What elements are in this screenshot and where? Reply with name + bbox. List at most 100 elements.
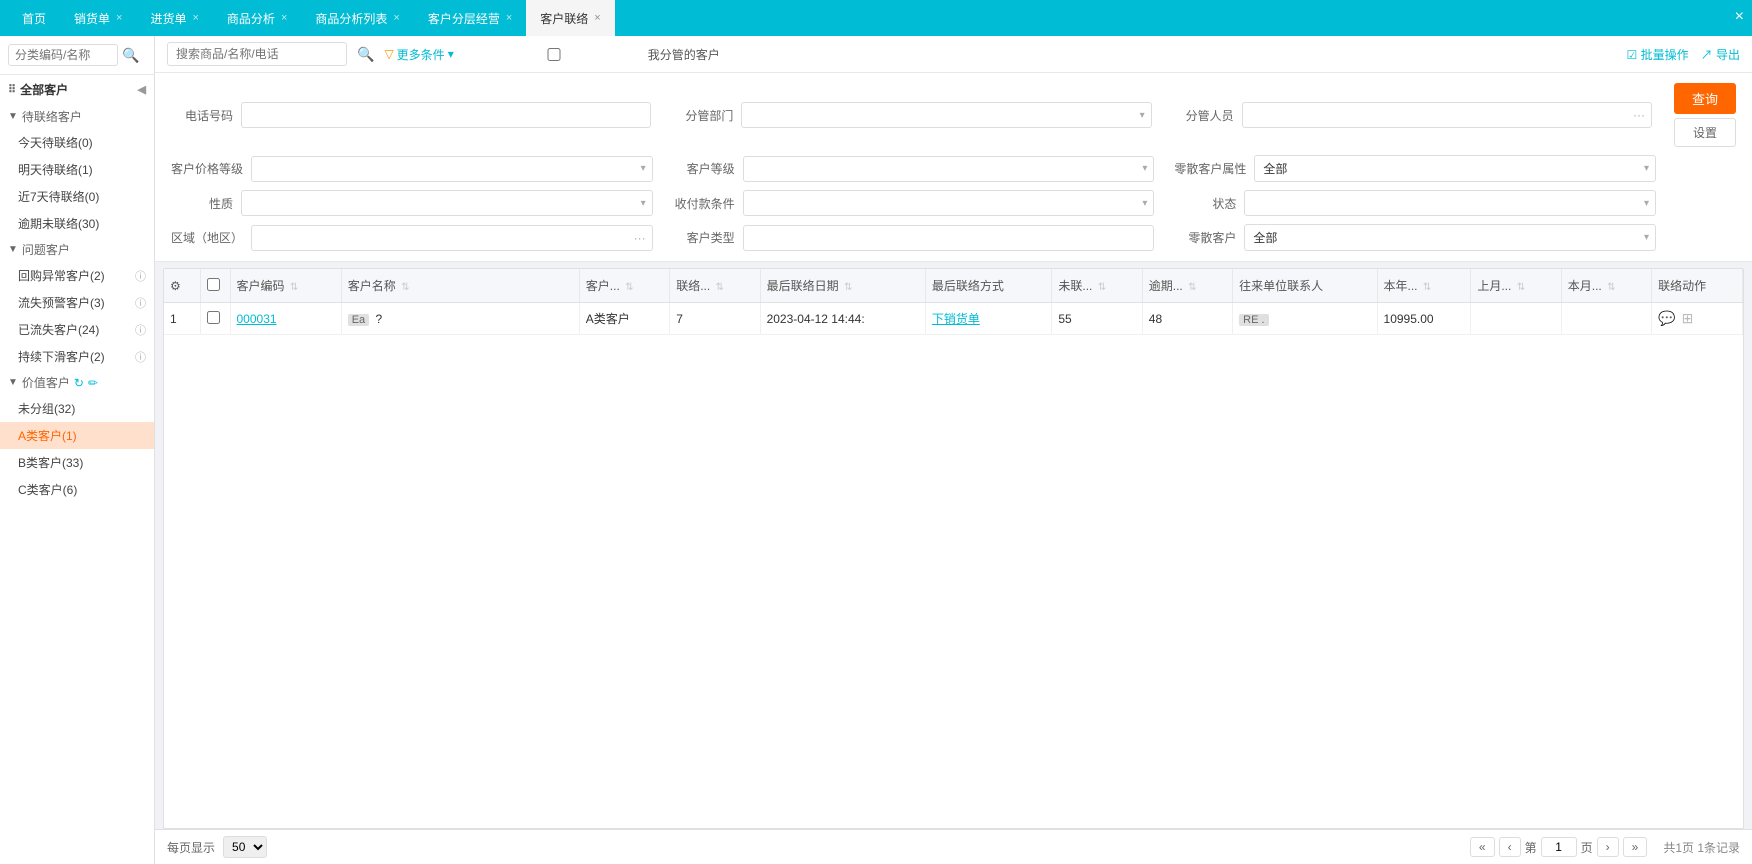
nav-product-list[interactable]: 商品分析列表 × [301, 0, 413, 36]
settings-button[interactable]: 设置 [1674, 118, 1736, 147]
collapse-icon[interactable]: ◀ [138, 83, 146, 96]
info-icon-1[interactable]: ⓘ [135, 268, 146, 284]
customer-level-dropdown[interactable] [743, 156, 1155, 182]
nav-customer-tier[interactable]: 客户分层经营 × [414, 0, 526, 36]
sort-lmonth-icon[interactable]: ⇅ [1517, 282, 1525, 293]
scatter-prop-dropdown[interactable]: 全部 [1254, 155, 1656, 182]
page-size-select[interactable]: 50 [223, 836, 267, 858]
qr-icon[interactable]: ⊞ [1682, 310, 1694, 327]
my-customers-checkbox[interactable] [464, 48, 644, 61]
col-this-month[interactable]: 本月... ⇅ [1561, 269, 1651, 303]
all-customers-header[interactable]: ⠿ 全部客户 ◀ [0, 75, 154, 104]
nature-dropdown[interactable] [241, 190, 653, 216]
export-btn[interactable]: ↗ 导出 [1701, 46, 1740, 63]
last-page-btn[interactable]: » [1623, 837, 1648, 857]
col-this-year[interactable]: 本年... ⇅ [1377, 269, 1471, 303]
sort-overdue-icon[interactable]: ⇅ [1188, 282, 1196, 293]
problem-customers-group[interactable]: ▼ 问题客户 [0, 237, 154, 262]
close-customer-tier-icon[interactable]: × [506, 12, 512, 24]
edit-icon[interactable]: ✏ [88, 376, 98, 390]
region-input[interactable] [251, 225, 653, 251]
nav-customer-contact[interactable]: 客户联络 × [526, 0, 614, 36]
payment-dropdown[interactable] [743, 190, 1155, 216]
row-select-checkbox[interactable] [207, 311, 220, 324]
col-uncontacted[interactable]: 未联... ⇅ [1052, 269, 1142, 303]
status-dropdown[interactable] [1244, 190, 1656, 216]
col-contact2[interactable]: 往来单位联系人 [1233, 269, 1377, 303]
sidebar-search-area: 🔍 [0, 36, 154, 75]
sidebar-item-tomorrow[interactable]: 明天待联络(1) [0, 156, 154, 183]
close-product-icon[interactable]: × [281, 12, 287, 24]
sidebar-item-class-b[interactable]: B类客户(33) [0, 449, 154, 476]
sort-name-icon[interactable]: ⇅ [401, 282, 409, 293]
col-level[interactable]: 客户... ⇅ [579, 269, 669, 303]
prev-page-btn[interactable]: ‹ [1499, 837, 1521, 857]
first-page-btn[interactable]: « [1470, 837, 1495, 857]
select-all-checkbox[interactable] [207, 278, 220, 291]
close-sales-icon[interactable]: × [116, 12, 122, 24]
close-purchase-icon[interactable]: × [192, 12, 198, 24]
sidebar-search-icon[interactable]: 🔍 [122, 47, 139, 64]
sidebar-item-unclassified[interactable]: 未分组(32) [0, 395, 154, 422]
info-icon-4[interactable]: ⓘ [135, 349, 146, 365]
sidebar-item-abnormal[interactable]: 回购异常客户(2) ⓘ [0, 262, 154, 289]
row-last-method[interactable]: 下销货单 [925, 303, 1052, 335]
sort-uncontacted-icon[interactable]: ⇅ [1098, 282, 1106, 293]
nav-sales[interactable]: 销货单 × [60, 0, 136, 36]
sort-level-icon[interactable]: ⇅ [625, 282, 633, 293]
col-last-method[interactable]: 最后联络方式 [925, 269, 1052, 303]
sidebar-search-input[interactable] [8, 44, 118, 66]
search-input[interactable] [167, 42, 347, 66]
sort-contact-icon[interactable]: ⇅ [716, 282, 724, 293]
sidebar-item-7days[interactable]: 近7天待联络(0) [0, 183, 154, 210]
sidebar-item-overdue[interactable]: 逾期未联络(30) [0, 210, 154, 237]
sidebar-item-loss-warning[interactable]: 流失预警客户(3) ⓘ [0, 289, 154, 316]
row-checkbox[interactable] [200, 303, 230, 335]
sidebar-item-lost[interactable]: 已流失客户(24) ⓘ [0, 316, 154, 343]
sort-code-icon[interactable]: ⇅ [290, 282, 298, 293]
col-overdue[interactable]: 逾期... ⇅ [1142, 269, 1232, 303]
sort-date-icon[interactable]: ⇅ [844, 282, 852, 293]
table-scroll[interactable]: ⚙ 客户编码 ⇅ 客户名称 ⇅ [164, 269, 1743, 828]
refresh-icon[interactable]: ↻ [74, 376, 84, 390]
col-name[interactable]: 客户名称 ⇅ [341, 269, 579, 303]
filter-region: 区域（地区） [171, 225, 653, 251]
col-settings[interactable]: ⚙ [164, 269, 200, 303]
info-icon-2[interactable]: ⓘ [135, 295, 146, 311]
chat-icon[interactable]: 💬 [1658, 310, 1675, 327]
pending-contact-group[interactable]: ▼ 待联络客户 [0, 104, 154, 129]
close-all-icon[interactable]: × [1735, 8, 1744, 26]
col-contact[interactable]: 联络... ⇅ [670, 269, 760, 303]
sidebar-item-today[interactable]: 今天待联络(0) [0, 129, 154, 156]
phone-input[interactable] [241, 102, 651, 128]
query-button[interactable]: 查询 [1674, 83, 1736, 114]
my-customers-checkbox-label[interactable]: 我分管的客户 [464, 46, 720, 63]
customer-type-input[interactable] [743, 225, 1155, 251]
col-code[interactable]: 客户编码 ⇅ [230, 269, 341, 303]
manager-input[interactable] [1242, 102, 1652, 128]
sidebar-item-declining[interactable]: 持续下滑客户(2) ⓘ [0, 343, 154, 370]
sidebar-item-class-c[interactable]: C类客户(6) [0, 476, 154, 503]
next-page-btn[interactable]: › [1597, 837, 1619, 857]
col-last-month[interactable]: 上月... ⇅ [1471, 269, 1561, 303]
price-level-dropdown[interactable] [251, 156, 653, 182]
dept-dropdown[interactable] [741, 102, 1151, 128]
col-checkbox[interactable] [200, 269, 230, 303]
col-last-date[interactable]: 最后联络日期 ⇅ [760, 269, 925, 303]
sort-tmonth-icon[interactable]: ⇅ [1607, 282, 1615, 293]
row-code[interactable]: 000031 [230, 303, 341, 335]
sidebar-item-class-a[interactable]: A类客户(1) [0, 422, 154, 449]
search-button[interactable]: 🔍 [357, 46, 374, 63]
nav-home[interactable]: 首页 [8, 0, 60, 36]
info-icon-3[interactable]: ⓘ [135, 322, 146, 338]
nav-product-analysis[interactable]: 商品分析 × [213, 0, 301, 36]
scatter-dropdown[interactable]: 全部 [1244, 224, 1656, 251]
close-product-list-icon[interactable]: × [393, 12, 399, 24]
batch-op-btn[interactable]: ☑ 批量操作 [1627, 46, 1689, 63]
more-filters-btn[interactable]: ▽ 更多条件 ▾ [384, 46, 453, 63]
value-customers-group[interactable]: ▼ 价值客户 ↻ ✏ [0, 370, 154, 395]
close-customer-contact-icon[interactable]: × [594, 12, 600, 24]
page-number-input[interactable] [1541, 837, 1577, 857]
nav-purchase[interactable]: 进货单 × [136, 0, 212, 36]
sort-year-icon[interactable]: ⇅ [1423, 282, 1431, 293]
